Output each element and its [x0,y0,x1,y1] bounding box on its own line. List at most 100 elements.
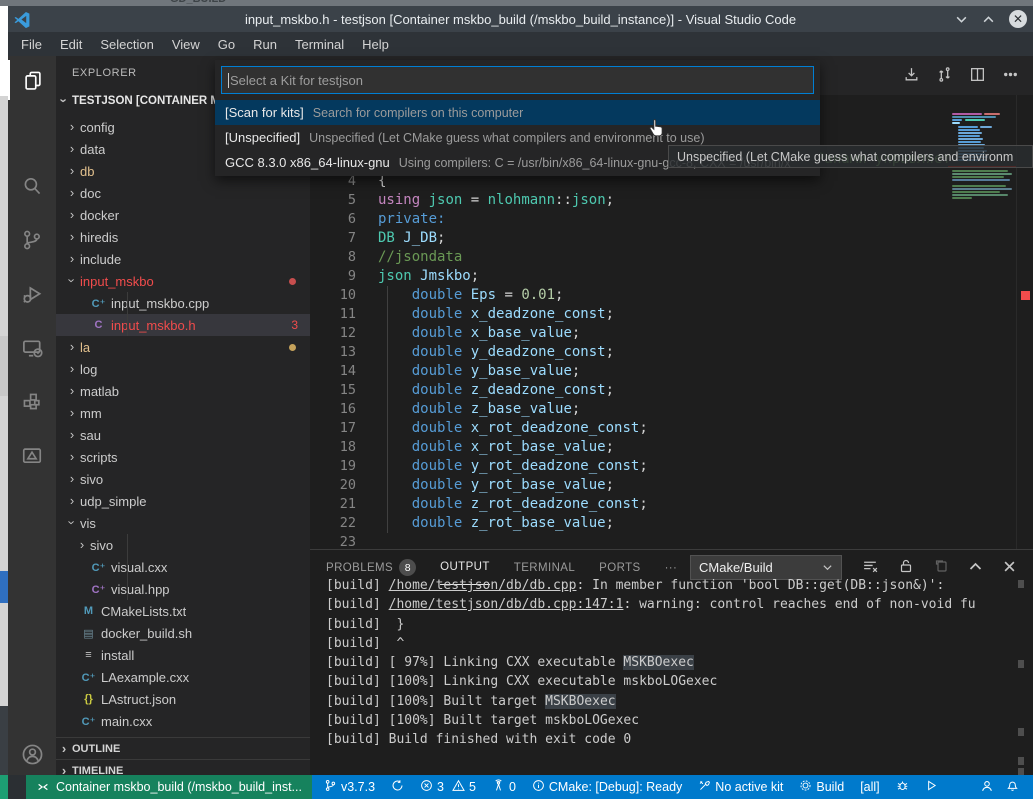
tree-item-sivo[interactable]: › sivo [56,534,310,556]
tree-item-main.cxx[interactable]: C⁺ main.cxx [56,710,310,732]
tree-item-include[interactable]: › include [56,248,310,270]
maximize-panel-icon[interactable] [968,559,983,577]
output-file-link[interactable]: /home/testjson/db/db.cpp [389,578,577,593]
more-actions-icon[interactable] [1002,66,1019,86]
account-icon[interactable] [8,734,56,774]
tree-item-LAexample.cxx[interactable]: C⁺ LAexample.cxx [56,666,310,688]
explorer-icon[interactable] [8,60,56,100]
code-token: //jsondata [378,249,463,265]
tree-indent-guide [127,314,128,336]
launch-item[interactable] [919,775,944,799]
source-control-icon[interactable] [8,220,56,260]
debug-item[interactable] [890,775,915,799]
tree-item-CMakeLists.txt[interactable]: M CMakeLists.txt [56,600,310,622]
ports-item-label: 0 [508,780,516,794]
tree-item-scripts[interactable]: › scripts [56,446,310,468]
install-kit-icon[interactable] [903,66,920,86]
extensions-icon[interactable] [8,382,56,422]
tree-item-visual.hpp[interactable]: C⁺ visual.hpp [56,578,310,600]
menu-item-view[interactable]: View [163,37,209,52]
menu-item-file[interactable]: File [12,37,51,52]
tree-item-input_mskbo.h[interactable]: Cinput_mskbo.h 3 [56,314,310,336]
chevron-right-icon: › [69,492,75,508]
remote-explorer-icon[interactable] [8,328,56,368]
build-target-item[interactable]: [all] [854,775,885,799]
code-line: 10 double Eps = 0.01; [310,286,950,305]
build-item[interactable]: Build [793,775,850,799]
tree-item-hiredis[interactable]: › hiredis [56,226,310,248]
timeline-section[interactable]: › TIMELINE [56,759,310,775]
code-line: 16 double z_base_value; [310,400,950,419]
output-file-link[interactable]: /home/testjson/db/db.cpp:147:1 [389,597,624,612]
cmake-version-item[interactable]: v3.7.3 [318,775,381,799]
menu-item-terminal[interactable]: Terminal [286,37,353,52]
quickpick-item-0[interactable]: [Scan for kits] Search for compilers on t… [215,100,820,125]
tree-item-udp_simple[interactable]: › udp_simple [56,490,310,512]
problems-item[interactable]: 35 [414,775,482,799]
sync-item[interactable] [385,775,410,799]
open-output-in-editor-icon[interactable] [933,558,949,577]
tree-item-sau[interactable]: › sau [56,424,310,446]
modified-dot-badge [289,343,296,351]
remote-indicator[interactable]: Container mskbo_build (/mskbo_build_inst… [26,775,312,799]
code-token: double [411,458,463,474]
tree-item-label: main.cxx [101,713,153,729]
tree-item-sivo[interactable]: › sivo [56,468,310,490]
minimap[interactable] [948,113,1016,573]
tree-item-vis[interactable]: › vis [56,512,310,534]
minimize-button[interactable] [955,13,968,26]
tree-indent-guide [127,578,128,600]
menu-item-go[interactable]: Go [209,37,244,52]
clear-output-icon[interactable] [862,558,879,578]
tree-item-docker_build.sh[interactable]: ▤ docker_build.sh [56,622,310,644]
quickpick-placeholder: Select a Kit for testjson [230,72,363,88]
outline-section[interactable]: › OUTLINE [56,737,310,760]
tree-item-input_mskbo[interactable]: › input_mskbo [56,270,310,292]
minimap-row [952,185,1006,187]
lock-icon[interactable] [898,558,914,577]
menu-item-help[interactable]: Help [353,37,398,52]
status-left-items: v3.7.3 3 5 0 CMake: [Debug]: Ready No active … [318,775,944,799]
code-line: 11 double x_deadzone_const; [310,305,950,324]
file-type-icon: ≡ [85,649,92,661]
menu-item-edit[interactable]: Edit [51,37,91,52]
tree-item-log[interactable]: › log [56,358,310,380]
close-panel-icon[interactable] [1002,559,1017,577]
close-button[interactable]: ✕ [1009,10,1027,28]
tree-item-docker[interactable]: › docker [56,204,310,226]
run-and-debug-icon[interactable] [8,274,56,314]
menu-item-run[interactable]: Run [244,37,286,52]
output-log[interactable]: [build] /home/testjson/db/db.cpp: In mem… [326,576,1026,750]
tree-item-doc[interactable]: › doc [56,182,310,204]
tree-item-matlab[interactable]: › matlab [56,380,310,402]
line-number: 8 [347,249,356,265]
tree-item-label: include [80,251,122,267]
output-text: [build] Build finished with exit code 0 [326,732,632,748]
tree-item-visual.cxx[interactable]: C⁺ visual.cxx [56,556,310,578]
tree-item-label: docker_build.sh [101,625,193,641]
tree-item-install[interactable]: ≡ install [56,644,310,666]
tree-item-input_mskbo.cpp[interactable]: C⁺ input_mskbo.cpp [56,292,310,314]
menu-item-selection[interactable]: Selection [91,37,162,52]
notifications-item[interactable] [1000,775,1025,799]
feedback-item[interactable] [974,775,1000,799]
tree-item-mm[interactable]: › mm [56,402,310,424]
ports-item[interactable]: 0 [486,775,522,799]
code-token: double [411,287,463,303]
code-token: 0.01 [521,287,556,303]
cmake-status-item[interactable]: CMake: [Debug]: Ready [526,775,688,799]
tree-item-la[interactable]: › la [56,336,310,358]
output-text: [build] [100%] Built target [326,693,546,709]
text-caret [228,72,229,88]
output-text: [build] } [326,616,405,632]
active-kit-item[interactable]: No active kit [692,775,789,799]
split-editor-icon[interactable] [969,66,986,86]
cmake-icon[interactable] [8,436,56,476]
quickpick-input[interactable]: Select a Kit for testjson [221,66,814,94]
search-icon[interactable] [8,166,56,206]
maximize-button[interactable] [982,13,995,26]
compare-changes-icon[interactable] [936,66,953,86]
tree-item-LAstruct.json[interactable]: {} LAstruct.json [56,688,310,710]
file-type-icon: C⁺ [81,715,96,728]
